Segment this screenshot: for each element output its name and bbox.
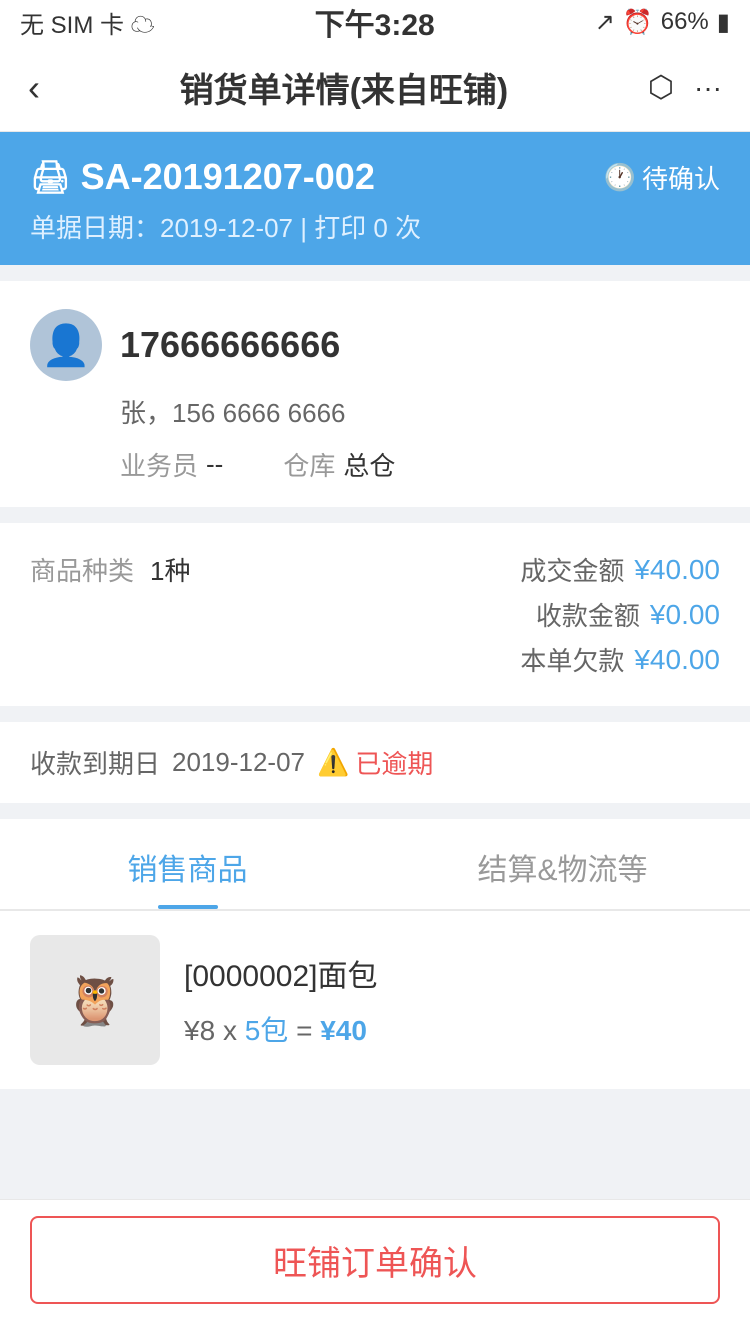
product-logo: 🦉 [65, 972, 125, 1029]
warehouse-item: 仓库 总仓 [283, 446, 395, 483]
share-button[interactable]: ⬡ [648, 70, 674, 105]
order-date-print: 单据日期：2019-12-07 | 打印 0 次 [30, 208, 720, 245]
battery-text: 66% [661, 8, 709, 36]
received-value: ¥0.00 [650, 599, 720, 631]
clock-icon: 🕐 [604, 162, 636, 193]
product-image: 🦉 [30, 935, 160, 1065]
overdue-text: 已逾期 [355, 744, 433, 781]
location-icon: ↗ [595, 8, 615, 37]
nav-right: ⬡ ··· [648, 70, 722, 105]
nav-title: 销货单详情(来自旺铺) [180, 63, 509, 112]
salesperson-item: 业务员 -- [120, 446, 223, 483]
warehouse-value: 总仓 [343, 446, 395, 483]
overdue-badge: ⚠️ 已逾期 [317, 744, 433, 781]
tab-settlement[interactable]: 结算&物流等 [375, 819, 750, 909]
order-header-card: 🖨 SA-20191207-002 🕐 待确认 单据日期：2019-12-07 … [0, 132, 750, 265]
product-section: 🦉 [0000002]面包 ¥8 x 5包 = ¥40 [0, 911, 750, 1089]
alarm-icon: ⏰ [623, 8, 653, 37]
product-types-label: 商品种类 [30, 551, 134, 588]
salesperson-value: -- [206, 449, 223, 480]
customer-contact: 张，156 6666 6666 [30, 393, 720, 430]
product-name: [0000002]面包 [184, 951, 720, 995]
product-types-value: 1种 [150, 551, 190, 588]
nav-left: ‹ [28, 67, 40, 109]
product-item: 🦉 [0000002]面包 ¥8 x 5包 = ¥40 [30, 935, 720, 1065]
status-time: 下午3:28 [315, 0, 435, 44]
avatar-icon: 👤 [41, 322, 91, 369]
customer-top: 👤 17666666666 [30, 309, 720, 381]
quantity: 5包 [245, 1015, 289, 1046]
received-label: 收款金额 [536, 596, 640, 633]
product-types: 商品种类 1种 [30, 551, 190, 588]
order-icon: 🖨 [30, 158, 71, 196]
warning-icon: ⚠️ [317, 747, 349, 778]
confirm-order-button[interactable]: 旺铺订单确认 [30, 1216, 720, 1304]
summary-section: 商品种类 1种 成交金额 ¥40.00 收款金额 ¥0.00 本单欠款 ¥40.… [0, 523, 750, 706]
summary-row: 商品种类 1种 成交金额 ¥40.00 收款金额 ¥0.00 本单欠款 ¥40.… [30, 551, 720, 678]
bottom-bar: 旺铺订单确认 [0, 1199, 750, 1334]
warehouse-label: 仓库 [283, 446, 335, 483]
status-bar: 无 SIM 卡 ☁ 下午3:28 ↗ ⏰ 66% ▮ [0, 0, 750, 44]
salesperson-label: 业务员 [120, 446, 198, 483]
product-price-formula: ¥8 x 5包 = ¥40 [184, 1009, 720, 1049]
received-amount-row: 收款金额 ¥0.00 [536, 596, 720, 633]
balance-value: ¥40.00 [634, 644, 720, 676]
more-button[interactable]: ··· [694, 72, 722, 104]
header-top: 🖨 SA-20191207-002 🕐 待确认 [30, 156, 720, 198]
amounts: 成交金额 ¥40.00 收款金额 ¥0.00 本单欠款 ¥40.00 [520, 551, 720, 678]
product-info: [0000002]面包 ¥8 x 5包 = ¥40 [184, 951, 720, 1049]
customer-meta: 业务员 -- 仓库 总仓 [30, 446, 720, 483]
equals-sign: = [296, 1015, 320, 1046]
no-sim-text: 无 SIM 卡 ☁ [20, 5, 155, 40]
price-per-unit: ¥8 [184, 1015, 215, 1046]
due-date-value: 2019-12-07 [172, 747, 305, 778]
customer-section: 👤 17666666666 张，156 6666 6666 业务员 -- 仓库 … [0, 281, 750, 507]
due-date-label: 收款到期日 [30, 744, 160, 781]
tab-sales-products[interactable]: 销售商品 [0, 819, 375, 909]
balance-amount-row: 本单欠款 ¥40.00 [520, 641, 720, 678]
deal-amount-row: 成交金额 ¥40.00 [520, 551, 720, 588]
tabs-section: 销售商品 结算&物流等 [0, 819, 750, 911]
status-left: 无 SIM 卡 ☁ [20, 5, 155, 40]
customer-phone: 17666666666 [120, 324, 340, 366]
order-id: 🖨 SA-20191207-002 [30, 156, 375, 198]
avatar: 👤 [30, 309, 102, 381]
total-price: ¥40 [320, 1015, 367, 1046]
nav-bar: ‹ 销货单详情(来自旺铺) ⬡ ··· [0, 44, 750, 132]
status-right: ↗ ⏰ 66% ▮ [595, 8, 730, 37]
battery-icon: ▮ [717, 8, 730, 37]
back-button[interactable]: ‹ [28, 67, 40, 109]
deal-amount-value: ¥40.00 [634, 554, 720, 586]
tabs-header: 销售商品 结算&物流等 [0, 819, 750, 911]
deal-amount-label: 成交金额 [520, 551, 624, 588]
multiply-sign: x [223, 1015, 245, 1046]
balance-label: 本单欠款 [520, 641, 624, 678]
order-status-badge: 🕐 待确认 [604, 159, 720, 196]
due-date-section: 收款到期日 2019-12-07 ⚠️ 已逾期 [0, 722, 750, 803]
